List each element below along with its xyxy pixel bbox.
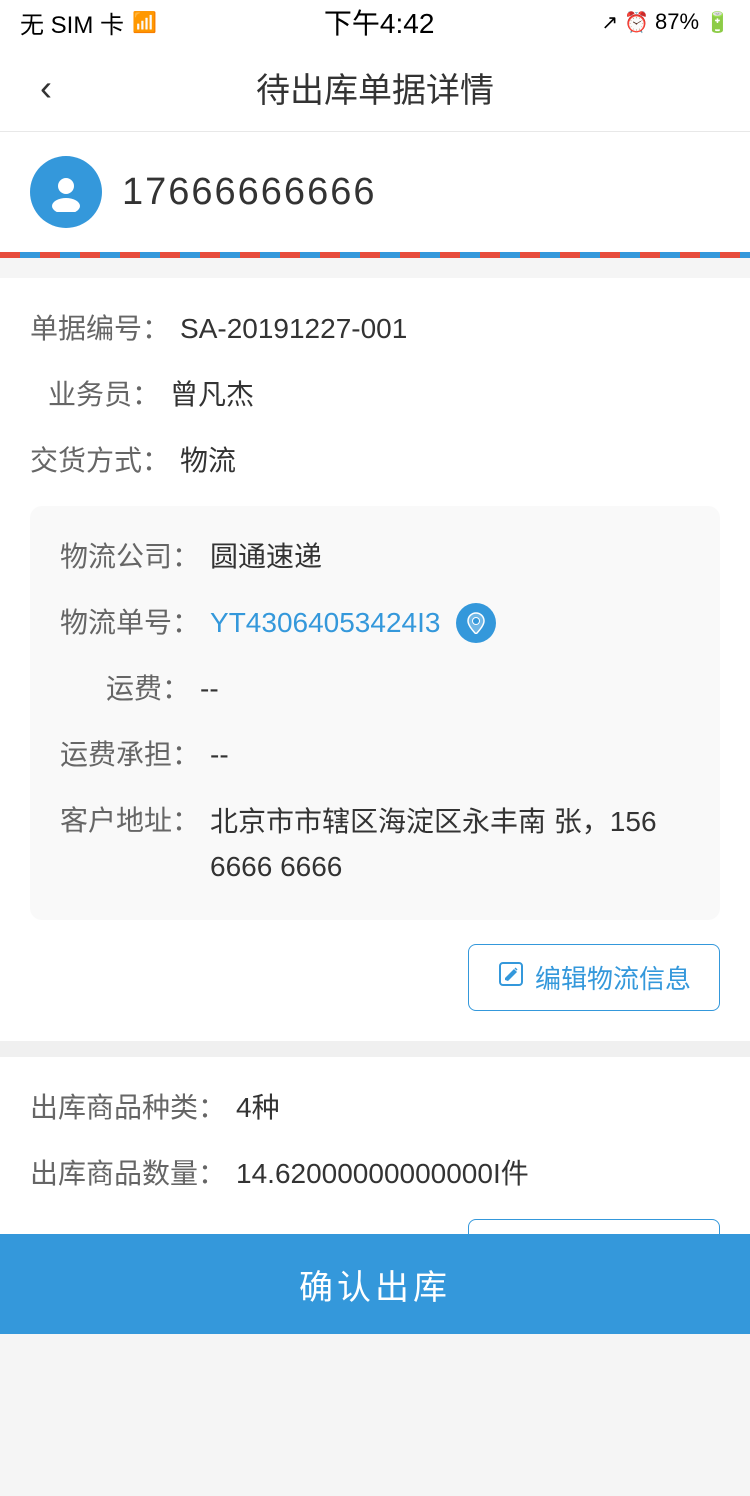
doc-number-row: 单据编号： SA-20191227-001 [30, 308, 720, 350]
goods-quantity-value: 14.62000000000000I件 [236, 1153, 720, 1195]
delivery-row: 交货方式： 物流 [30, 440, 720, 482]
battery-icon: 🔋 [705, 10, 730, 35]
freight-bearer-row: 运费承担： -- [60, 734, 690, 776]
logistics-company-label: 物流公司： [60, 536, 210, 578]
logistics-card: 物流公司： 圆通速递 物流单号： YT43064053424I3 运费： -- [30, 506, 720, 920]
freight-row: 运费： -- [60, 668, 690, 710]
location-icon[interactable] [456, 603, 496, 643]
freight-label: 运费： [60, 668, 200, 710]
goods-type-label: 出库商品种类： [30, 1087, 236, 1129]
logistics-company-value: 圆通速递 [210, 536, 690, 578]
bottom-spacer [0, 1316, 750, 1496]
wifi-icon: 📶 [132, 10, 157, 35]
status-right: ↗ ⏰ 87% 🔋 [601, 9, 730, 35]
delivery-value: 物流 [180, 440, 720, 482]
nav-bar: ‹ 待出库单据详情 [0, 44, 750, 132]
edit-logistics-container: 编辑物流信息 [30, 944, 720, 1011]
document-info-section: 单据编号： SA-20191227-001 业务员： 曾凡杰 交货方式： 物流 … [0, 278, 750, 1041]
page-title: 待出库单据详情 [256, 63, 494, 112]
carrier-text: 无 SIM 卡 [20, 5, 124, 40]
status-left: 无 SIM 卡 📶 [20, 5, 157, 40]
user-header: 17666666666 [0, 132, 750, 252]
alarm-icon: ⏰ [624, 10, 649, 35]
back-button[interactable]: ‹ [30, 57, 62, 119]
salesperson-value: 曾凡杰 [170, 374, 720, 416]
tracking-number-value: YT43064053424I3 [210, 602, 440, 644]
tracking-row: YT43064053424I3 [210, 602, 496, 644]
status-bar: 无 SIM 卡 📶 下午4:42 ↗ ⏰ 87% 🔋 [0, 0, 750, 44]
goods-type-row: 出库商品种类： 4种 [30, 1087, 720, 1129]
delivery-label: 交货方式： [30, 440, 180, 482]
tracking-number-label: 物流单号： [60, 602, 210, 644]
salesperson-row: 业务员： 曾凡杰 [30, 374, 720, 416]
freight-bearer-value: -- [210, 734, 690, 776]
time-text: 下午4:42 [324, 2, 435, 42]
gray-separator [0, 1041, 750, 1057]
avatar [30, 156, 102, 228]
confirm-button-label: 确认出库 [299, 1260, 451, 1309]
freight-value: -- [200, 668, 690, 710]
location-status-icon: ↗ [601, 10, 618, 35]
edit-logistics-label: 编辑物流信息 [535, 959, 691, 996]
dashed-divider [0, 252, 750, 258]
doc-number-label: 单据编号： [30, 308, 180, 350]
edit-icon [497, 960, 525, 995]
goods-quantity-row: 出库商品数量： 14.62000000000000I件 [30, 1153, 720, 1195]
user-phone: 17666666666 [122, 171, 376, 214]
logistics-company-row: 物流公司： 圆通速递 [60, 536, 690, 578]
address-value: 北京市市辖区海淀区永丰南 张，156 6666 6666 [210, 800, 690, 890]
salesperson-label: 业务员： [30, 374, 170, 416]
address-row: 客户地址： 北京市市辖区海淀区永丰南 张，156 6666 6666 [60, 800, 690, 890]
goods-type-value: 4种 [236, 1087, 720, 1129]
freight-bearer-label: 运费承担： [60, 734, 210, 776]
edit-logistics-button[interactable]: 编辑物流信息 [468, 944, 720, 1011]
doc-number-value: SA-20191227-001 [180, 308, 720, 350]
confirm-button[interactable]: 确认出库 [0, 1234, 750, 1334]
battery-text: 87% [655, 9, 699, 35]
address-label: 客户地址： [60, 800, 210, 842]
tracking-number-row: 物流单号： YT43064053424I3 [60, 602, 690, 644]
goods-quantity-label: 出库商品数量： [30, 1153, 236, 1195]
